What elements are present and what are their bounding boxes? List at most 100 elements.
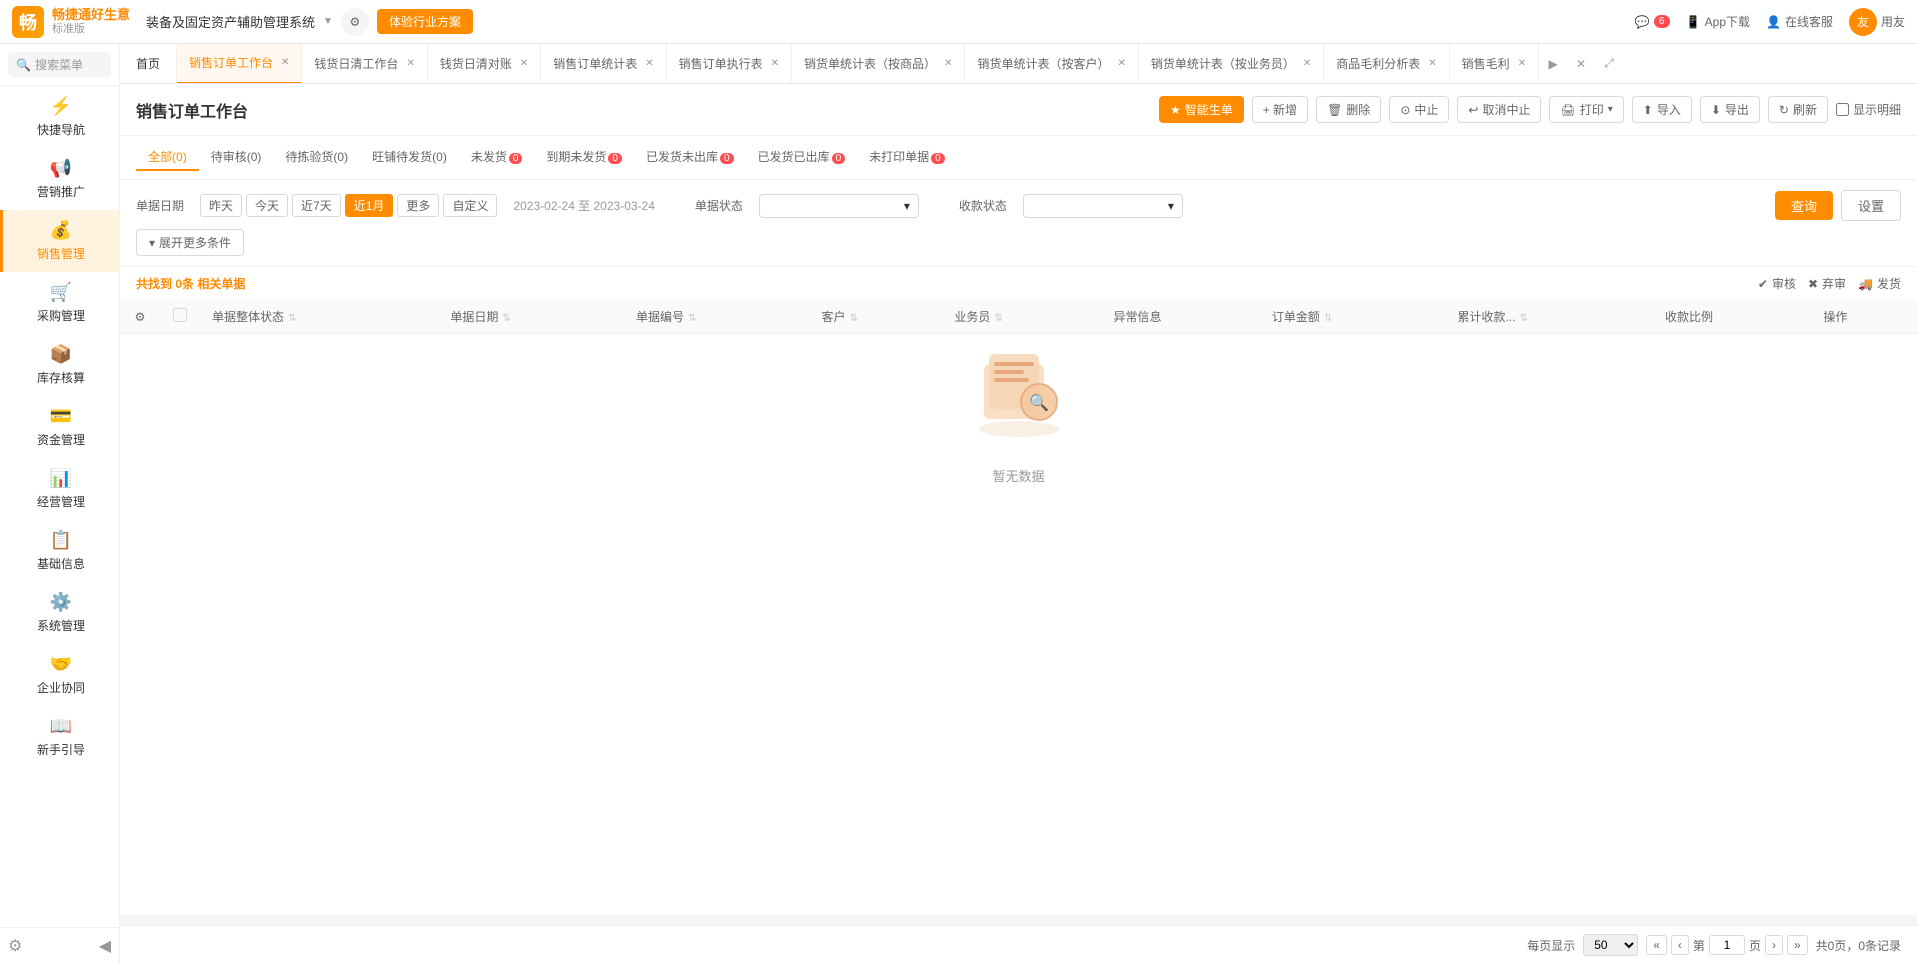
page-size-select[interactable]: 50 10 20 100 — [1583, 934, 1638, 956]
new-button[interactable]: + 新增 — [1252, 96, 1308, 123]
tab-sales-profit[interactable]: 销售毛利 ✕ — [1450, 44, 1539, 84]
tab-home[interactable]: 首页 — [120, 44, 177, 84]
tab-cash-daily[interactable]: 钱货日清工作台 ✕ — [302, 44, 427, 84]
stop-button[interactable]: ⊙ 中止 — [1389, 96, 1449, 123]
date-filter-buttons: 昨天 今天 近7天 近1月 更多 自定义 — [200, 194, 497, 217]
col-customer[interactable]: 客户⇅ — [810, 300, 943, 334]
col-status[interactable]: 单据整体状态⇅ — [200, 300, 438, 334]
tab-goods-profit[interactable]: 商品毛利分析表 ✕ — [1324, 44, 1449, 84]
tab-maximize-icon[interactable]: ⤢ — [1595, 44, 1623, 84]
tab-close-cash-daily[interactable]: ✕ — [406, 58, 414, 69]
date-btn-7days[interactable]: 近7天 — [292, 194, 341, 217]
cancel-stop-button[interactable]: ↩ 取消中止 — [1457, 96, 1541, 123]
settings-icon[interactable]: ⚙ — [341, 8, 369, 36]
tab-sales-summary-staff[interactable]: 销货单统计表（按业务员） ✕ — [1139, 44, 1324, 84]
smart-create-button[interactable]: ★ 智能生单 — [1159, 96, 1244, 123]
sidebar-item-inventory[interactable]: 📦 库存核算 — [0, 334, 119, 396]
select-all-checkbox[interactable] — [173, 308, 187, 322]
sidebar-search[interactable]: 🔍 搜索菜单 — [0, 44, 119, 86]
col-number[interactable]: 单据编号⇅ — [624, 300, 810, 334]
date-btn-today[interactable]: 今天 — [246, 194, 288, 217]
user-btn[interactable]: 友 用友 — [1849, 8, 1905, 36]
print-button[interactable]: 🖨 打印 ▾ — [1549, 96, 1623, 123]
system-name-chevron-icon[interactable]: ▼ — [323, 16, 333, 27]
page-prev-button[interactable]: ‹ — [1671, 935, 1689, 955]
tab-sales-exec[interactable]: 销售订单执行表 ✕ — [667, 44, 792, 84]
top-bar-left: 畅 畅捷通好生意 标准版 装备及固定资产辅助管理系统 ▼ ⚙ 体验行业方案 — [12, 6, 473, 38]
filter-tab-expired-not-shipped[interactable]: 到期未发货0 — [534, 144, 634, 171]
tab-close-sales-stats[interactable]: ✕ — [645, 58, 653, 69]
sidebar-item-system[interactable]: ⚙️ 系统管理 — [0, 582, 119, 644]
tab-close-all-icon[interactable]: ✕ — [1567, 44, 1595, 84]
tab-close-sales-profit[interactable]: ✕ — [1518, 58, 1526, 69]
delete-button[interactable]: 🗑 删除 — [1316, 96, 1381, 123]
sidebar-settings-icon[interactable]: ⚙ — [8, 936, 22, 956]
date-sort-icon: ⇅ — [502, 313, 510, 324]
audit-action-btn[interactable]: ✔ 审核 — [1758, 275, 1796, 292]
tab-sales-summary-goods[interactable]: 销货单统计表（按商品） ✕ — [792, 44, 965, 84]
sidebar-item-quick-nav[interactable]: ⚡ 快捷导航 — [0, 86, 119, 148]
sidebar-item-basic-info[interactable]: 📋 基础信息 — [0, 520, 119, 582]
horizontal-scroll[interactable] — [120, 915, 1917, 925]
tab-close-cash-reconcile[interactable]: ✕ — [520, 58, 528, 69]
date-btn-yesterday[interactable]: 昨天 — [200, 194, 242, 217]
revoke-action-btn[interactable]: ✖ 弃审 — [1808, 275, 1846, 292]
date-btn-custom[interactable]: 自定义 — [443, 194, 497, 217]
online-service-btn[interactable]: 👤 在线客服 — [1766, 13, 1833, 30]
col-date[interactable]: 单据日期⇅ — [438, 300, 624, 334]
col-exception[interactable]: 异常信息 — [1102, 300, 1260, 334]
filter-tab-pending-inspect[interactable]: 待拣验货(0) — [273, 144, 360, 171]
tab-sales-stats[interactable]: 销售订单统计表 ✕ — [541, 44, 666, 84]
filter-tab-wangpu-ship[interactable]: 旺铺待发货(0) — [360, 144, 459, 171]
page-last-button[interactable]: » — [1787, 935, 1808, 955]
col-amount[interactable]: 订单金额⇅ — [1260, 300, 1446, 334]
col-staff[interactable]: 业务员⇅ — [942, 300, 1101, 334]
sidebar-collapse-icon[interactable]: ◀ — [99, 936, 111, 956]
sidebar-item-sales[interactable]: 💰 销售管理 — [0, 210, 119, 272]
query-button[interactable]: 查询 — [1775, 191, 1833, 220]
settings-button[interactable]: 设置 — [1841, 190, 1901, 221]
filter-tab-not-shipped[interactable]: 未发货0 — [459, 144, 535, 171]
filter-tab-all[interactable]: 全部(0) — [136, 144, 199, 171]
refresh-button[interactable]: ↻ 刷新 — [1768, 96, 1828, 123]
tab-close-sales-summary-customer[interactable]: ✕ — [1117, 58, 1125, 69]
tab-cash-reconcile[interactable]: 钱货日清对账 ✕ — [428, 44, 541, 84]
sidebar-item-marketing[interactable]: 📢 营销推广 — [0, 148, 119, 210]
expand-filter-button[interactable]: ▾ 展开更多条件 — [136, 229, 244, 256]
sidebar-item-finance[interactable]: 💳 资金管理 — [0, 396, 119, 458]
payment-status-filter-select[interactable]: ▾ — [1023, 194, 1183, 218]
tab-scroll-right-icon[interactable]: ▶ — [1539, 44, 1567, 84]
page-input[interactable] — [1709, 935, 1745, 955]
app-download-btn[interactable]: 📱 App下载 — [1686, 13, 1750, 30]
col-checkbox[interactable] — [160, 300, 200, 334]
date-btn-1month[interactable]: 近1月 — [345, 194, 394, 217]
filter-tab-shipped-not-out[interactable]: 已发货未出库0 — [634, 144, 746, 171]
ship-action-btn[interactable]: 🚚 发货 — [1858, 275, 1901, 292]
tab-close-sales-exec[interactable]: ✕ — [771, 58, 779, 69]
tab-sales-workbench[interactable]: 销售订单工作台 ✕ — [177, 44, 302, 84]
show-detail-checkbox[interactable] — [1836, 103, 1849, 116]
filter-tab-pending-review[interactable]: 待审核(0) — [199, 144, 274, 171]
tab-close-sales-summary-goods[interactable]: ✕ — [944, 58, 952, 69]
filter-tab-shipped-out[interactable]: 已发货已出库0 — [746, 144, 858, 171]
page-first-button[interactable]: « — [1646, 935, 1667, 955]
sidebar-item-guide[interactable]: 📖 新手引导 — [0, 706, 119, 768]
sidebar-item-enterprise[interactable]: 🤝 企业协同 — [0, 644, 119, 706]
show-detail-checkbox-label[interactable]: 显示明细 — [1836, 101, 1901, 118]
date-btn-more[interactable]: 更多 — [397, 194, 439, 217]
page-next-button[interactable]: › — [1765, 935, 1783, 955]
sidebar-item-operations[interactable]: 📊 经营管理 — [0, 458, 119, 520]
col-collected[interactable]: 累计收款...⇅ — [1445, 300, 1653, 334]
tab-close-sales-summary-staff[interactable]: ✕ — [1303, 58, 1311, 69]
tab-close-goods-profit[interactable]: ✕ — [1428, 58, 1436, 69]
sidebar-item-purchase[interactable]: 🛒 采购管理 — [0, 272, 119, 334]
status-filter-select[interactable]: ▾ — [759, 194, 919, 218]
tab-close-sales-workbench[interactable]: ✕ — [281, 57, 289, 68]
tab-sales-summary-customer[interactable]: 销货单统计表（按客户） ✕ — [965, 44, 1138, 84]
import-button[interactable]: ⬆ 导入 — [1632, 96, 1692, 123]
col-settings[interactable]: ⚙ — [120, 300, 160, 334]
message-btn[interactable]: 💬 6 — [1635, 15, 1670, 29]
export-button[interactable]: ⬇ 导出 — [1700, 96, 1760, 123]
filter-tab-not-printed[interactable]: 未打印单据0 — [857, 144, 957, 171]
trial-button[interactable]: 体验行业方案 — [377, 9, 473, 34]
